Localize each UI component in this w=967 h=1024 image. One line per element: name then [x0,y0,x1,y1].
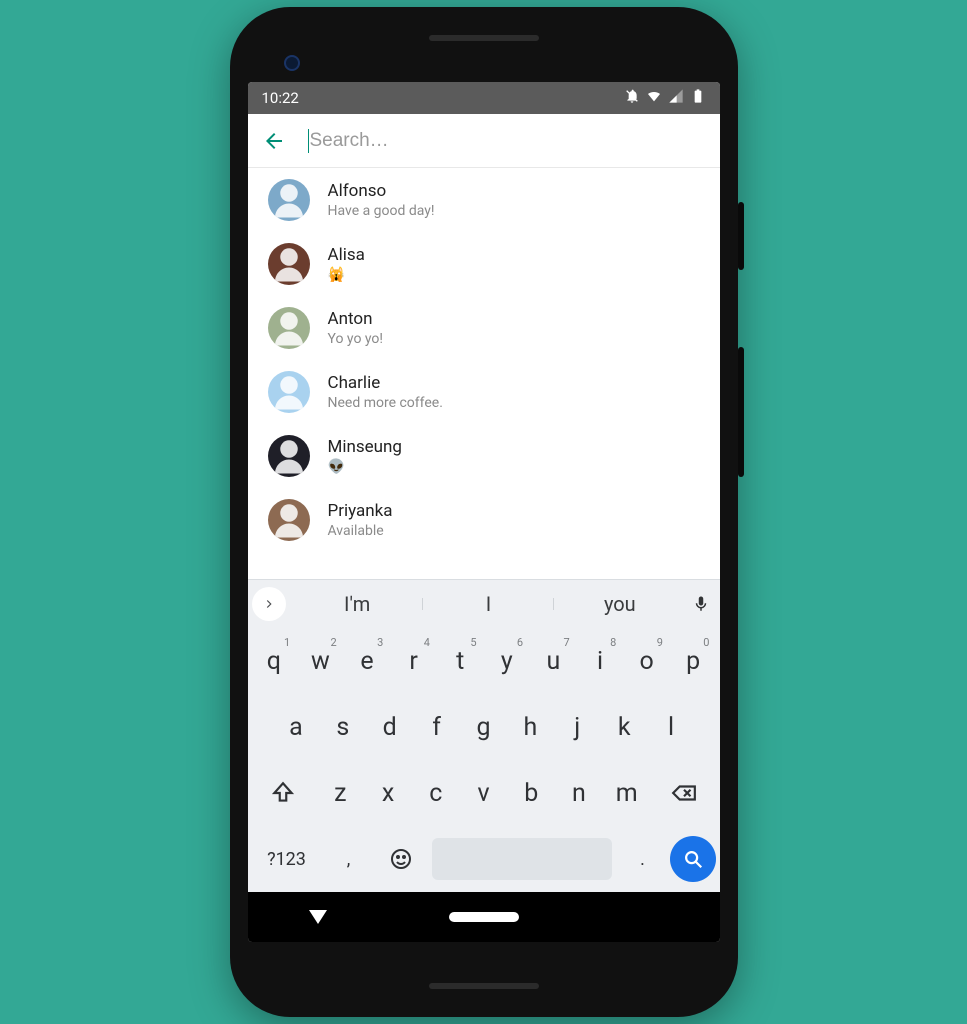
key-g[interactable]: g [461,698,506,756]
key-y[interactable]: y6 [485,632,530,690]
battery-icon [690,88,706,108]
search-bar [248,114,720,168]
volume-button [738,347,744,477]
avatar [268,435,310,477]
key-s[interactable]: s [320,698,365,756]
suggestion[interactable]: I [423,592,554,616]
nav-back-icon[interactable] [309,910,327,924]
contact-row[interactable]: Anton Yo yo yo! [248,296,720,360]
contact-row[interactable]: Minseung 👽 [248,424,720,488]
emoji-key[interactable] [376,830,426,888]
contact-status: Available [328,523,393,539]
search-input[interactable] [309,130,705,152]
contact-status: Have a good day! [328,203,435,219]
contact-status: 👽 [328,459,402,475]
symbols-key[interactable]: ?123 [252,830,322,888]
key-p[interactable]: p0 [671,632,716,690]
contact-name: Anton [328,309,384,329]
key-n[interactable]: n [556,764,602,822]
key-d[interactable]: d [367,698,412,756]
key-k[interactable]: k [602,698,647,756]
status-time: 10:22 [262,89,299,107]
avatar [268,371,310,413]
contact-name: Alisa [328,245,365,265]
contact-status: Yo yo yo! [328,331,384,347]
key-e[interactable]: e3 [345,632,390,690]
key-r[interactable]: r4 [391,632,436,690]
key-l[interactable]: l [649,698,694,756]
contact-status: 🙀 [328,267,365,283]
avatar [268,307,310,349]
key-f[interactable]: f [414,698,459,756]
front-camera [284,55,300,71]
nav-home-icon[interactable] [449,912,519,922]
search-key[interactable] [670,836,716,882]
key-j[interactable]: j [555,698,600,756]
signal-icon [668,88,684,108]
key-t[interactable]: t5 [438,632,483,690]
suggestion-strip: I'mIyou [248,580,720,628]
key-x[interactable]: x [365,764,411,822]
key-i[interactable]: i8 [578,632,623,690]
contact-name: Alfonso [328,181,435,201]
phone-frame: 10:22 [230,7,738,1017]
speaker-top [429,35,539,41]
key-q[interactable]: q1 [252,632,297,690]
contact-name: Priyanka [328,501,393,521]
period-key[interactable]: . [618,830,668,888]
contact-row[interactable]: Priyanka Available [248,488,720,552]
key-o[interactable]: o9 [624,632,669,690]
contact-row[interactable]: Charlie Need more coffee. [248,360,720,424]
android-nav-bar [248,892,720,942]
shift-key[interactable] [251,764,315,822]
wifi-icon [646,88,662,108]
comma-key[interactable]: , [324,830,374,888]
contact-row[interactable]: Alfonso Have a good day! [248,168,720,232]
key-h[interactable]: h [508,698,553,756]
suggestion[interactable]: you [554,592,685,616]
keyboard: I'mIyou q1w2e3r4t5y6u7i8o9p0 asdfghjkl z… [248,579,720,892]
avatar [268,179,310,221]
contact-name: Minseung [328,437,402,457]
back-arrow-icon[interactable] [262,129,286,153]
avatar [268,243,310,285]
status-bar: 10:22 [248,82,720,114]
contact-status: Need more coffee. [328,395,443,411]
key-a[interactable]: a [274,698,319,756]
screen: 10:22 [248,82,720,942]
key-w[interactable]: w2 [298,632,343,690]
avatar [268,499,310,541]
contact-list[interactable]: Alfonso Have a good day! Alisa 🙀 Anton Yo yo … [248,168,720,579]
mic-button[interactable] [686,593,716,615]
contact-name: Charlie [328,373,443,393]
power-button [738,202,744,270]
key-u[interactable]: u7 [531,632,576,690]
key-z[interactable]: z [317,764,363,822]
suggestion[interactable]: I'm [292,592,423,616]
key-b[interactable]: b [508,764,554,822]
contact-row[interactable]: Alisa 🙀 [248,232,720,296]
expand-suggestions-button[interactable] [252,587,286,621]
key-m[interactable]: m [604,764,650,822]
backspace-key[interactable] [652,764,716,822]
speaker-bottom [429,983,539,989]
key-v[interactable]: v [461,764,507,822]
space-key[interactable] [432,838,612,880]
key-c[interactable]: c [413,764,459,822]
dnd-icon [624,88,640,108]
